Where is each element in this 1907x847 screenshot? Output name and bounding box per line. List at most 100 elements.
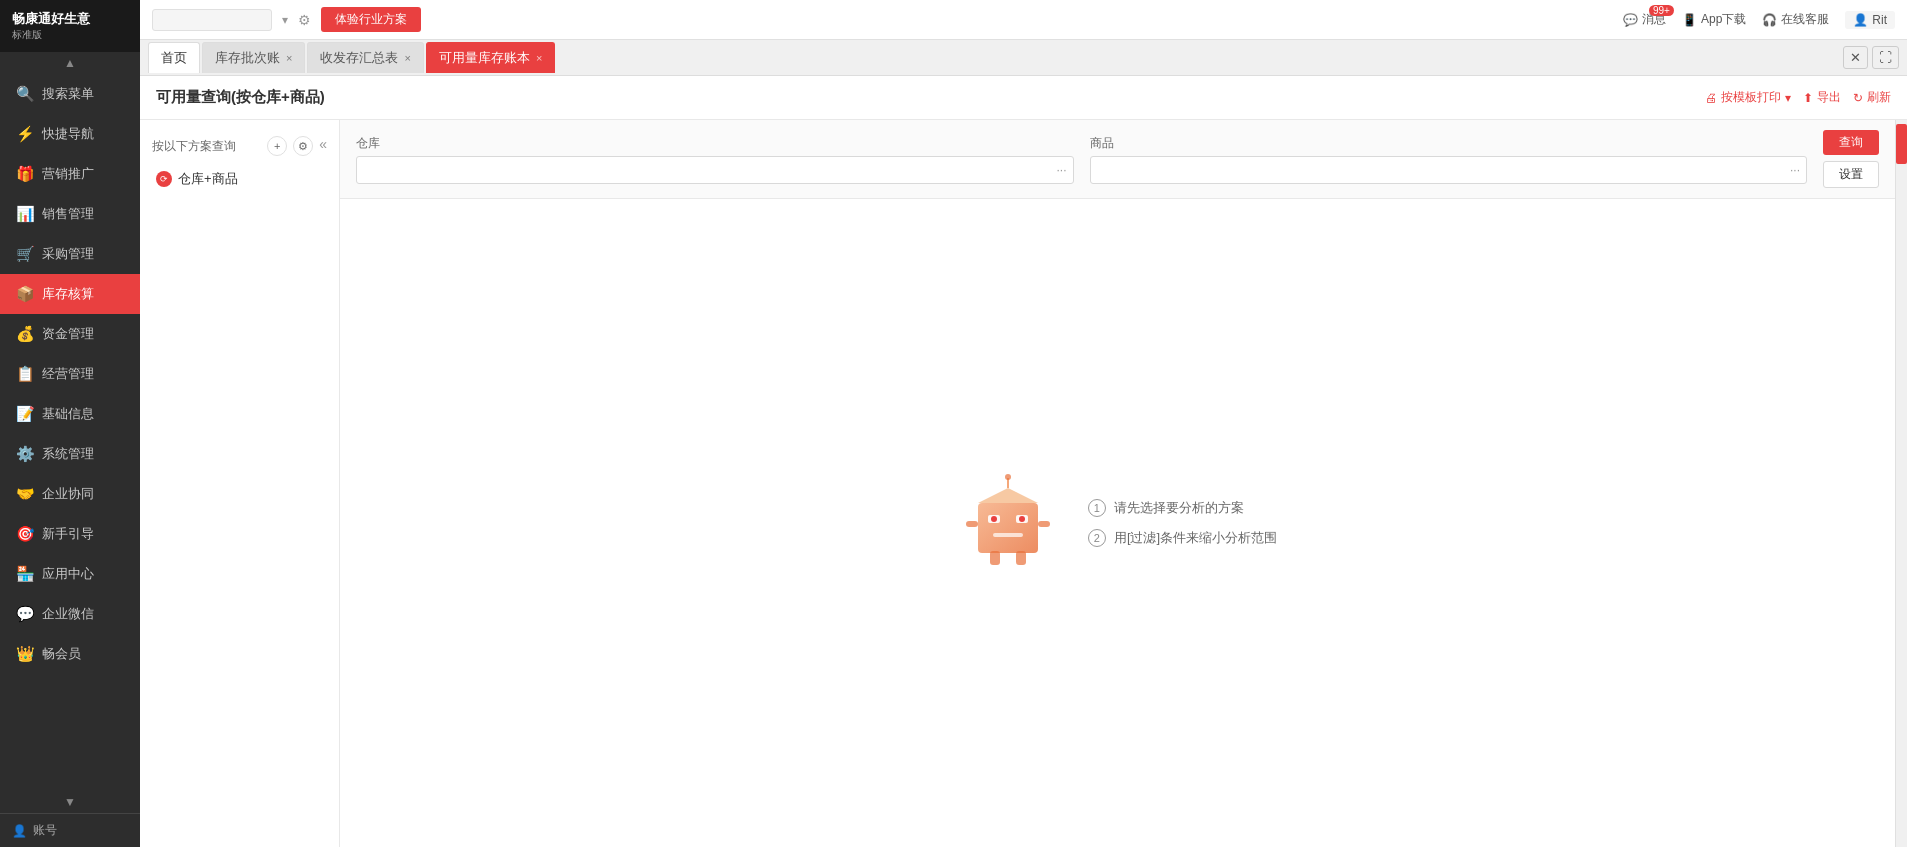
tabs-end-buttons: ✕ ⛶: [1843, 46, 1899, 69]
app-download-button[interactable]: 📱 App下载: [1682, 11, 1746, 28]
svg-point-5: [1019, 516, 1025, 522]
query-actions: 查询 设置: [1823, 130, 1879, 188]
sidebar-item-label-vip: 畅会员: [42, 645, 81, 663]
sidebar-item-search[interactable]: 🔍 搜索菜单: [0, 74, 140, 114]
sidebar-nav: 🔍 搜索菜单 ⚡ 快捷导航 🎁 营销推广 📊 销售管理 🛒 采购管理 📦 库存核…: [0, 74, 140, 791]
tab-batch[interactable]: 库存批次账 ×: [202, 42, 305, 73]
tab-available[interactable]: 可用量库存账本 ×: [426, 42, 555, 73]
guide-icon: 🎯: [16, 525, 34, 543]
user-profile[interactable]: 👤 Rit: [1845, 11, 1895, 29]
warehouse-field: 仓库 ···: [356, 135, 1074, 184]
query-bar: 仓库 ··· 商品 ··· 查询 设置: [340, 120, 1895, 199]
sidebar-item-vip[interactable]: 👑 畅会员: [0, 634, 140, 674]
page-title: 可用量查询(按仓库+商品): [156, 88, 325, 107]
sidebar-item-shortcut[interactable]: ⚡ 快捷导航: [0, 114, 140, 154]
tip-num-1: 1: [1088, 499, 1106, 517]
sidebar-scroll-down[interactable]: ▼: [0, 791, 140, 813]
sidebar-item-purchase[interactable]: 🛒 采购管理: [0, 234, 140, 274]
svg-rect-10: [1038, 521, 1050, 527]
sidebar-item-collab[interactable]: 🤝 企业协同: [0, 474, 140, 514]
query-button[interactable]: 查询: [1823, 130, 1879, 155]
query-settings-button[interactable]: 设置: [1823, 161, 1879, 188]
brand-name: 畅康通好生意: [12, 10, 90, 28]
warehouse-more-button[interactable]: ···: [1056, 163, 1066, 177]
sidebar-footer[interactable]: 👤 账号: [0, 813, 140, 847]
sidebar-item-label-appstore: 应用中心: [42, 565, 94, 583]
export-button[interactable]: ⬆ 导出: [1803, 89, 1841, 106]
print-icon: 🖨: [1705, 91, 1717, 105]
filter-header: 按以下方案查询 + ⚙ «: [140, 130, 339, 162]
sidebar-item-marketing[interactable]: 🎁 营销推广: [0, 154, 140, 194]
main-area: ▾ ⚙ 体验行业方案 💬 消息 99+ 📱 App下载 🎧 在线客服 👤 Rit: [140, 0, 1907, 847]
messages-button[interactable]: 💬 消息 99+: [1623, 11, 1666, 28]
svg-rect-6: [993, 533, 1023, 537]
page-actions: 🖨 按模板打印 ▾ ⬆ 导出 ↻ 刷新: [1705, 89, 1891, 106]
page-header: 可用量查询(按仓库+商品) 🖨 按模板打印 ▾ ⬆ 导出 ↻ 刷新: [140, 76, 1907, 120]
tab-available-label: 可用量库存账本: [439, 49, 530, 67]
tip-1-text: 请先选择要分析的方案: [1114, 499, 1244, 517]
tab-expand-button[interactable]: ⛶: [1872, 46, 1899, 69]
sidebar-item-label-sales: 销售管理: [42, 205, 94, 223]
user-avatar-icon: 👤: [1853, 13, 1868, 27]
print-template-button[interactable]: 🖨 按模板打印 ▾: [1705, 89, 1791, 106]
goods-label: 商品: [1090, 135, 1808, 152]
goods-more-button[interactable]: ···: [1790, 163, 1800, 177]
sidebar: 畅康通好生意 标准版 ▲ 🔍 搜索菜单 ⚡ 快捷导航 🎁 营销推广 📊 销售管理…: [0, 0, 140, 847]
filter-item-icon: ⟳: [156, 171, 172, 187]
right-scrollbar[interactable]: [1895, 120, 1907, 847]
filter-add-button[interactable]: +: [267, 136, 287, 156]
goods-input[interactable]: [1097, 163, 1790, 177]
svg-marker-1: [978, 488, 1038, 503]
search-input[interactable]: [152, 9, 272, 31]
tab-available-close[interactable]: ×: [536, 52, 542, 64]
topbar-right: 💬 消息 99+ 📱 App下载 🎧 在线客服 👤 Rit: [1623, 11, 1895, 29]
print-chevron-icon: ▾: [1785, 91, 1791, 105]
message-icon: 💬: [1623, 13, 1638, 27]
settings-icon[interactable]: ⚙: [298, 12, 311, 28]
warehouse-input[interactable]: [363, 163, 1056, 177]
export-icon: ⬆: [1803, 91, 1813, 105]
sidebar-item-sales[interactable]: 📊 销售管理: [0, 194, 140, 234]
right-panel: 仓库 ··· 商品 ··· 查询 设置: [340, 120, 1895, 847]
tab-batch-close[interactable]: ×: [286, 52, 292, 64]
sidebar-item-label-finance: 资金管理: [42, 325, 94, 343]
sidebar-item-system[interactable]: ⚙️ 系统管理: [0, 434, 140, 474]
basic-icon: 📝: [16, 405, 34, 423]
empty-tip-2: 2 用[过滤]条件来缩小分析范围: [1088, 529, 1277, 547]
filter-panel: 按以下方案查询 + ⚙ « ⟳ 仓库+商品: [140, 120, 340, 847]
appstore-icon: 🏪: [16, 565, 34, 583]
content-area: 按以下方案查询 + ⚙ « ⟳ 仓库+商品 仓库 ···: [140, 120, 1907, 847]
sidebar-item-inventory[interactable]: 📦 库存核算: [0, 274, 140, 314]
headset-icon: 🎧: [1762, 13, 1777, 27]
tab-summary-close[interactable]: ×: [404, 52, 410, 64]
empty-tips: 1 请先选择要分析的方案 2 用[过滤]条件来缩小分析范围: [1088, 499, 1277, 547]
tab-home[interactable]: 首页: [148, 42, 200, 73]
app-label: App下载: [1701, 11, 1746, 28]
sidebar-item-operation[interactable]: 📋 经营管理: [0, 354, 140, 394]
filter-settings-button[interactable]: ⚙: [293, 136, 313, 156]
collab-icon: 🤝: [16, 485, 34, 503]
refresh-icon: ↻: [1853, 91, 1863, 105]
sidebar-item-finance[interactable]: 💰 资金管理: [0, 314, 140, 354]
tip-2-text: 用[过滤]条件来缩小分析范围: [1114, 529, 1277, 547]
filter-collapse-button[interactable]: «: [319, 136, 327, 156]
operation-icon: 📋: [16, 365, 34, 383]
customer-service-button[interactable]: 🎧 在线客服: [1762, 11, 1829, 28]
purchase-icon: 🛒: [16, 245, 34, 263]
filter-item-label: 仓库+商品: [178, 170, 238, 188]
sidebar-scroll-up[interactable]: ▲: [0, 52, 140, 74]
refresh-button[interactable]: ↻ 刷新: [1853, 89, 1891, 106]
empty-state: 1 请先选择要分析的方案 2 用[过滤]条件来缩小分析范围: [340, 199, 1895, 847]
sidebar-item-appstore[interactable]: 🏪 应用中心: [0, 554, 140, 594]
sidebar-item-wechat[interactable]: 💬 企业微信: [0, 594, 140, 634]
tab-summary[interactable]: 收发存汇总表 ×: [307, 42, 423, 73]
sidebar-item-guide[interactable]: 🎯 新手引导: [0, 514, 140, 554]
trial-button[interactable]: 体验行业方案: [321, 7, 421, 32]
empty-tip-1: 1 请先选择要分析的方案: [1088, 499, 1277, 517]
filter-item-warehouse-goods[interactable]: ⟳ 仓库+商品: [140, 162, 339, 196]
brand-edition: 标准版: [12, 28, 42, 42]
tabs-bar: 首页 库存批次账 × 收发存汇总表 × 可用量库存账本 × ✕ ⛶: [140, 40, 1907, 76]
sidebar-item-basic[interactable]: 📝 基础信息: [0, 394, 140, 434]
tab-close-all-button[interactable]: ✕: [1843, 46, 1868, 69]
chevron-down-icon[interactable]: ▾: [282, 13, 288, 27]
